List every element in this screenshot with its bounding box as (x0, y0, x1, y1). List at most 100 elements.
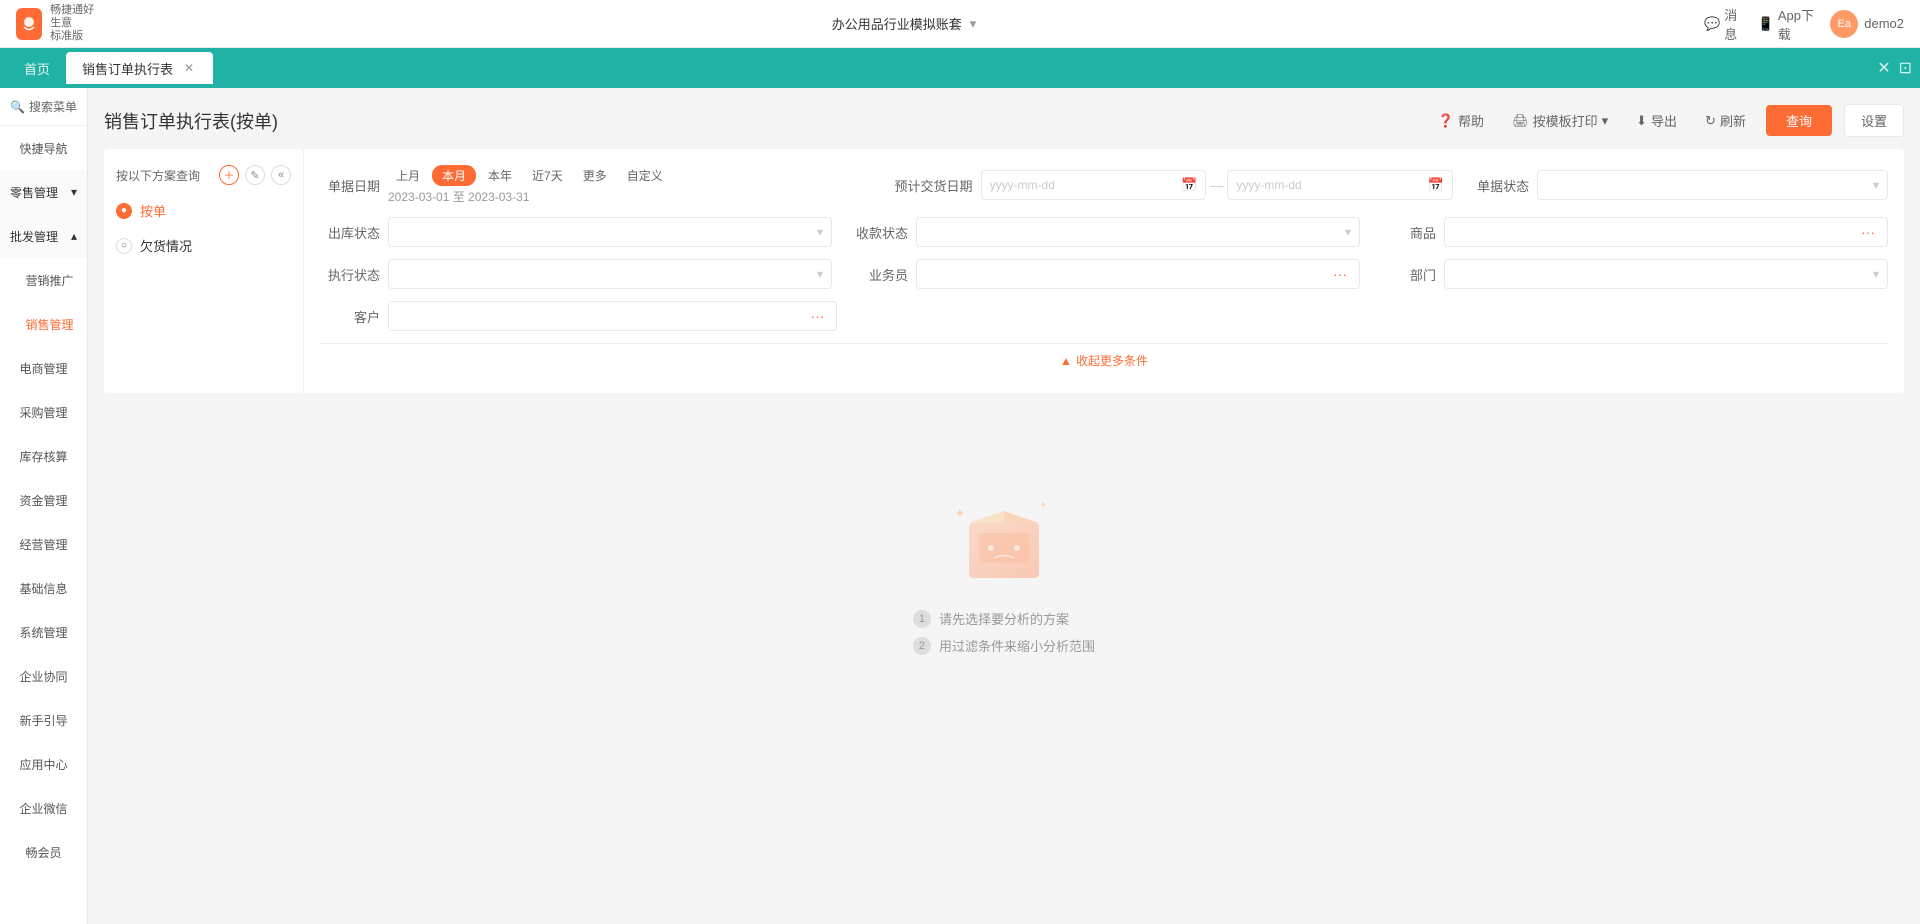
marketing-label: 营销推广 (25, 272, 73, 289)
refresh-button[interactable]: ↻ 刷新 (1697, 107, 1754, 134)
print-icon: 🖨 (1512, 113, 1529, 129)
scheme-item-shortage[interactable]: ○ 欠货情况 (104, 228, 303, 263)
chevron-up-icon: ▲ (1060, 354, 1072, 368)
salesman-input[interactable]: ··· (916, 259, 1360, 289)
expand-window-icon[interactable]: ⊡ (1899, 58, 1912, 78)
edit-scheme-button[interactable]: ✎ (245, 165, 265, 185)
expected-date-start[interactable]: yyyy-mm-dd 📅 (981, 170, 1207, 200)
customer-field: 客户 ··· (320, 301, 837, 331)
member-label: 畅会员 (25, 844, 61, 861)
tip-num-2: 2 (913, 637, 931, 655)
export-button[interactable]: ⬇ 导出 (1628, 107, 1685, 134)
salesman-field: 业务员 ··· (848, 259, 1360, 289)
product-label: 商品 (1376, 223, 1436, 242)
sidebar-item-operations[interactable]: 经营管理 (0, 522, 87, 566)
sidebar-item-app-center[interactable]: 应用中心 (0, 742, 87, 786)
filter-icons: ＋ ✎ « (219, 165, 291, 185)
date-label: 单据日期 (320, 176, 380, 195)
dept-dropdown[interactable]: ▾ (1444, 259, 1888, 289)
svg-text:✦: ✦ (954, 505, 966, 521)
status-dropdown-arrow: ▾ (1873, 178, 1879, 192)
app-download-button[interactable]: 📱 App下载 (1758, 5, 1815, 43)
sidebar-item-quick-nav[interactable]: 快捷导航 (0, 126, 87, 170)
industry-dropdown-icon[interactable]: ▾ (970, 16, 977, 32)
filter-row-1: 单据日期 上月 本月 本年 近7天 更多 自定义 2023- (320, 165, 1888, 205)
expected-date-end[interactable]: yyyy-mm-dd 📅 (1227, 170, 1453, 200)
sidebar-item-purchase[interactable]: 采购管理 (0, 390, 87, 434)
help-button[interactable]: ❓ 帮助 (1430, 107, 1492, 134)
exec-status-arrow: ▾ (817, 267, 823, 281)
sales-label: 销售管理 (25, 316, 73, 333)
sidebar-item-enterprise[interactable]: 企业协同 (0, 654, 87, 698)
sidebar-item-retail[interactable]: 零售管理 ▾ (0, 170, 87, 214)
logo-text: 畅捷通好生意 标准版 (50, 4, 104, 44)
dept-field: 部门 ▾ (1376, 259, 1888, 289)
tab-sales-order[interactable]: 销售订单执行表 ✕ (66, 52, 213, 84)
pay-status-label: 收款状态 (848, 223, 908, 242)
salesman-ellipsis-icon[interactable]: ··· (1329, 266, 1351, 282)
message-button[interactable]: 💬 消息 (1704, 5, 1742, 43)
wholesale-arrow-icon: ▴ (71, 229, 77, 243)
svg-text:✦: ✦ (1024, 561, 1031, 570)
main-layout: 🔍 搜索菜单 快捷导航 零售管理 ▾ 批发管理 ▴ 营销推广 销售管理 电商管理… (0, 88, 1920, 924)
empty-state: ✦ ✦ ✦ 1 请先选择要分析的方案 2 用过滤条件来缩小分析范围 (104, 393, 1904, 735)
status-dropdown[interactable]: ▾ (1537, 170, 1888, 200)
pay-status-dropdown[interactable]: ▾ (916, 217, 1360, 247)
sidebar-item-basic-info[interactable]: 基础信息 (0, 566, 87, 610)
content-area: 销售订单执行表(按单) ❓ 帮助 🖨 按模板打印 ▾ ⬇ 导出 ↻ 刷新 (88, 88, 1920, 924)
ecommerce-label: 电商管理 (19, 360, 67, 377)
sidebar-item-finance[interactable]: 资金管理 (0, 478, 87, 522)
sidebar-item-ecommerce[interactable]: 电商管理 (0, 346, 87, 390)
date-tab-custom[interactable]: 自定义 (619, 165, 671, 186)
sidebar-item-member[interactable]: 畅会员 (0, 830, 87, 874)
tab-home[interactable]: 首页 (8, 52, 66, 84)
query-button[interactable]: 查询 (1766, 105, 1832, 136)
close-window-icon[interactable]: ✕ (1877, 58, 1890, 78)
collapse-bar[interactable]: ▲ 收起更多条件 (320, 343, 1888, 377)
customer-ellipsis-icon[interactable]: ··· (806, 308, 828, 324)
customer-label: 客户 (320, 307, 380, 326)
settings-button[interactable]: 设置 (1844, 104, 1904, 137)
print-button[interactable]: 🖨 按模板打印 ▾ (1504, 107, 1616, 134)
exec-status-dropdown[interactable]: ▾ (388, 259, 832, 289)
search-menu-button[interactable]: 🔍 搜索菜单 (8, 98, 79, 115)
collapse-scheme-button[interactable]: « (271, 165, 291, 185)
out-status-field: 出库状态 ▾ (320, 217, 832, 247)
sidebar-item-wholesale[interactable]: 批发管理 ▴ (0, 214, 87, 258)
calendar-end-icon: 📅 (1428, 177, 1444, 193)
pay-status-arrow: ▾ (1345, 225, 1351, 239)
wechat-label: 企业微信 (19, 800, 67, 817)
user-menu-button[interactable]: Ea demo2 (1830, 10, 1904, 38)
date-tab-7days[interactable]: 近7天 (524, 165, 571, 186)
page-title-bar: 销售订单执行表(按单) ❓ 帮助 🖨 按模板打印 ▾ ⬇ 导出 ↻ 刷新 (104, 104, 1904, 137)
date-tab-this-month[interactable]: 本月 (432, 165, 476, 186)
expected-date-range: yyyy-mm-dd 📅 — yyyy-mm-dd 📅 (981, 170, 1454, 200)
purchase-label: 采购管理 (19, 404, 67, 421)
date-separator: — (1210, 178, 1223, 193)
status-label: 单据状态 (1469, 176, 1529, 195)
sidebar-item-marketing[interactable]: 营销推广 (0, 258, 87, 302)
product-input[interactable]: ··· (1444, 217, 1888, 247)
tab-close-icon[interactable]: ✕ (181, 60, 197, 76)
home-tab-label: 首页 (24, 59, 50, 78)
sidebar-search-area: 🔍 搜索菜单 (0, 88, 87, 126)
date-tab-last-month[interactable]: 上月 (388, 165, 428, 186)
product-ellipsis-icon[interactable]: ··· (1857, 224, 1879, 240)
logo-area: 畅捷通好生意 标准版 (16, 4, 104, 44)
operations-label: 经营管理 (19, 536, 67, 553)
scheme-label: 按以下方案查询 (116, 167, 200, 184)
sidebar-item-sales[interactable]: 销售管理 (0, 302, 87, 346)
date-tab-more[interactable]: 更多 (575, 165, 615, 186)
date-tab-this-year[interactable]: 本年 (480, 165, 520, 186)
scheme-shortage-label: 欠货情况 (140, 236, 192, 255)
sidebar-item-guide[interactable]: 新手引导 (0, 698, 87, 742)
sidebar-item-wechat[interactable]: 企业微信 (0, 786, 87, 830)
sidebar-item-inventory[interactable]: 库存核算 (0, 434, 87, 478)
out-status-dropdown[interactable]: ▾ (388, 217, 832, 247)
customer-input[interactable]: ··· (388, 301, 837, 331)
scheme-item-by-order[interactable]: ● 按单 (104, 193, 303, 228)
sidebar-item-system[interactable]: 系统管理 (0, 610, 87, 654)
scheme-by-order-label: 按单 (140, 201, 166, 220)
industry-label: 办公用品行业模拟账套 (832, 14, 962, 33)
add-scheme-button[interactable]: ＋ (219, 165, 239, 185)
